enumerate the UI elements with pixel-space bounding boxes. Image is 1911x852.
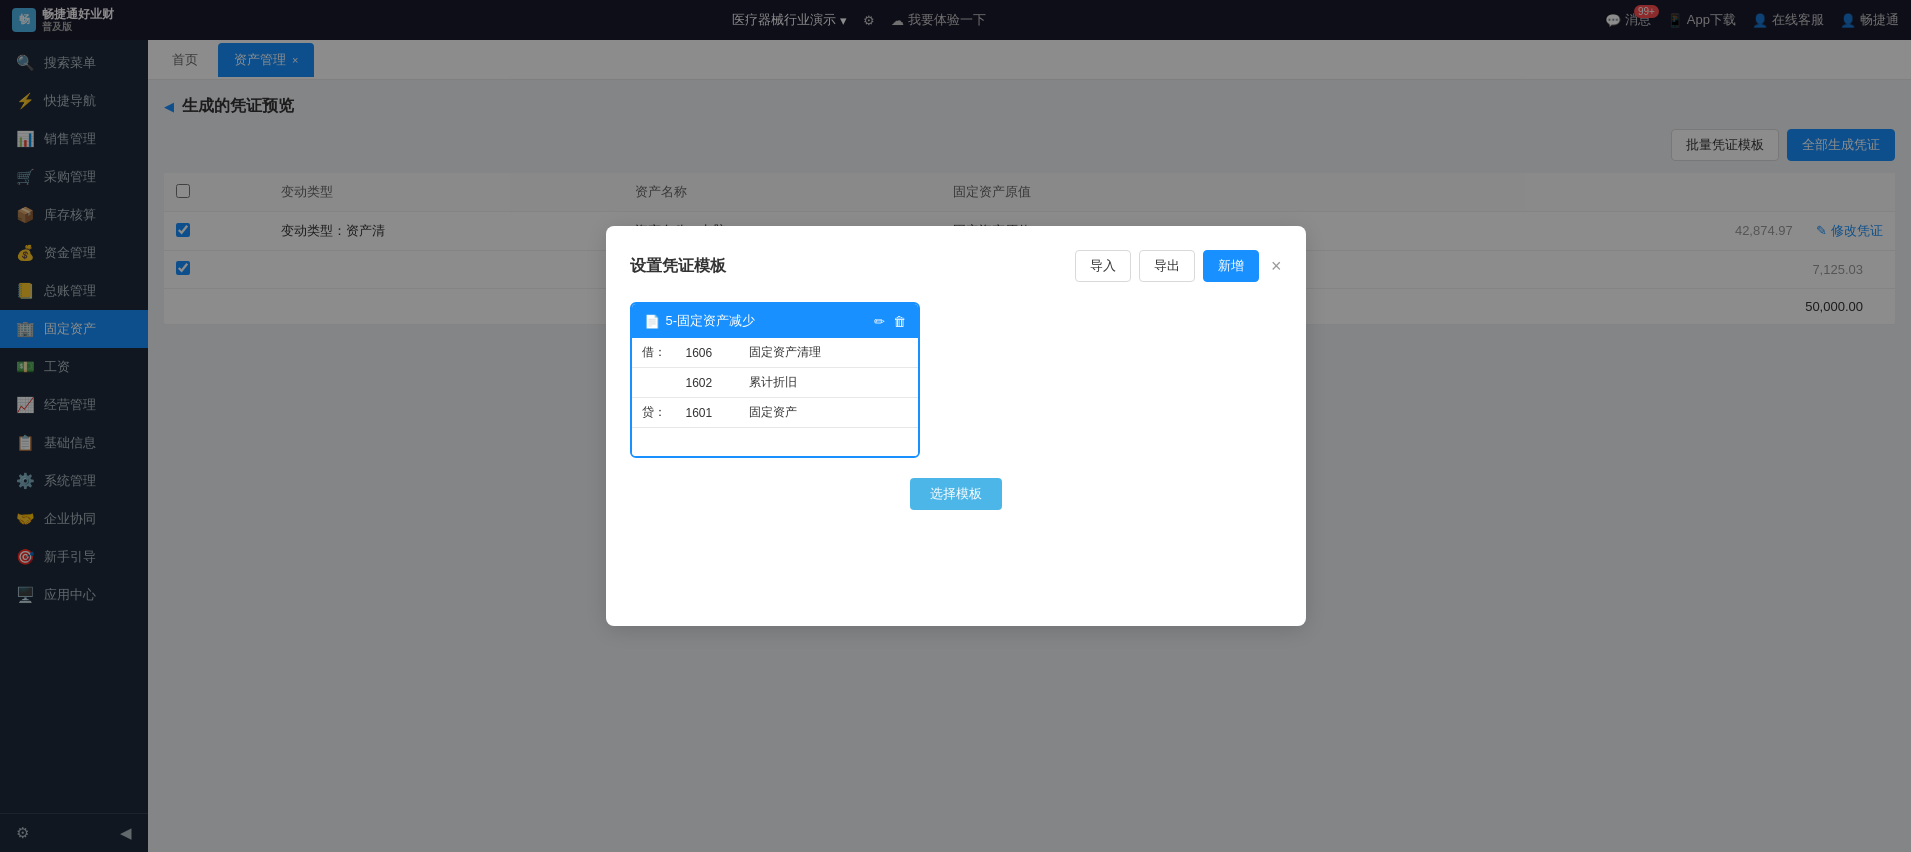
- export-button[interactable]: 导出: [1139, 250, 1195, 282]
- template-name: 5-固定资产减少: [666, 312, 756, 330]
- entry-credit: [890, 398, 917, 428]
- template-entry-row: 1602 累计折旧: [632, 368, 918, 398]
- entry-code: 1601: [676, 398, 739, 428]
- modal-action-bar: 导入 导出 新增: [1075, 250, 1259, 282]
- template-entry-row: 借： 1606 固定资产清理: [632, 338, 918, 368]
- import-button[interactable]: 导入: [1075, 250, 1131, 282]
- template-card: 📄 5-固定资产减少 ✏ 🗑: [630, 302, 920, 458]
- entry-code: 1602: [676, 368, 739, 398]
- empty-cell: [632, 428, 918, 456]
- content-area: 首页 资产管理 × ◀ 生成的凭证预览 批量凭证模板 全部生成凭证: [148, 40, 1911, 852]
- main-area: 🔍 搜索菜单 ⚡ 快捷导航 📊 销售管理 🛒 采购管理 📦 库存核算: [0, 40, 1911, 852]
- template-card-title: 📄 5-固定资产减少: [644, 312, 756, 330]
- select-template-button[interactable]: 选择模板: [910, 478, 1002, 510]
- modal-header: 设置凭证模板 导入 导出 新增 ×: [630, 250, 1282, 282]
- template-entry-row: 贷： 1601 固定资产: [632, 398, 918, 428]
- entry-subject: 固定资产: [739, 398, 864, 428]
- template-empty-row: [632, 428, 918, 456]
- entry-type: 贷：: [632, 398, 676, 428]
- template-delete-icon[interactable]: 🗑: [893, 314, 906, 329]
- modal-title: 设置凭证模板: [630, 256, 726, 277]
- entry-debit: [863, 338, 890, 368]
- template-edit-icon[interactable]: ✏: [874, 314, 885, 329]
- template-card-actions: ✏ 🗑: [874, 314, 906, 329]
- entry-type: 借：: [632, 338, 676, 368]
- modal-close-button[interactable]: ×: [1271, 256, 1282, 277]
- template-card-header: 📄 5-固定资产减少 ✏ 🗑: [632, 304, 918, 338]
- entry-subject: 累计折旧: [739, 368, 864, 398]
- select-template-area: 选择模板: [630, 478, 1282, 510]
- template-doc-icon: 📄: [644, 314, 660, 329]
- modal-header-right: 导入 导出 新增 ×: [1075, 250, 1282, 282]
- new-button[interactable]: 新增: [1203, 250, 1259, 282]
- modal-overlay[interactable]: 设置凭证模板 导入 导出 新增 ×: [148, 40, 1911, 852]
- modal-dialog: 设置凭证模板 导入 导出 新增 ×: [606, 226, 1306, 626]
- entry-subject: 固定资产清理: [739, 338, 864, 368]
- entry-credit: [890, 338, 917, 368]
- entry-code: 1606: [676, 338, 739, 368]
- template-entries-table: 借： 1606 固定资产清理 1602: [632, 338, 918, 456]
- modal-body: 📄 5-固定资产减少 ✏ 🗑: [630, 302, 1282, 510]
- entry-debit: [863, 398, 890, 428]
- entry-debit: [863, 368, 890, 398]
- entry-type: [632, 368, 676, 398]
- entry-credit: [890, 368, 917, 398]
- template-card-body: 借： 1606 固定资产清理 1602: [632, 338, 918, 456]
